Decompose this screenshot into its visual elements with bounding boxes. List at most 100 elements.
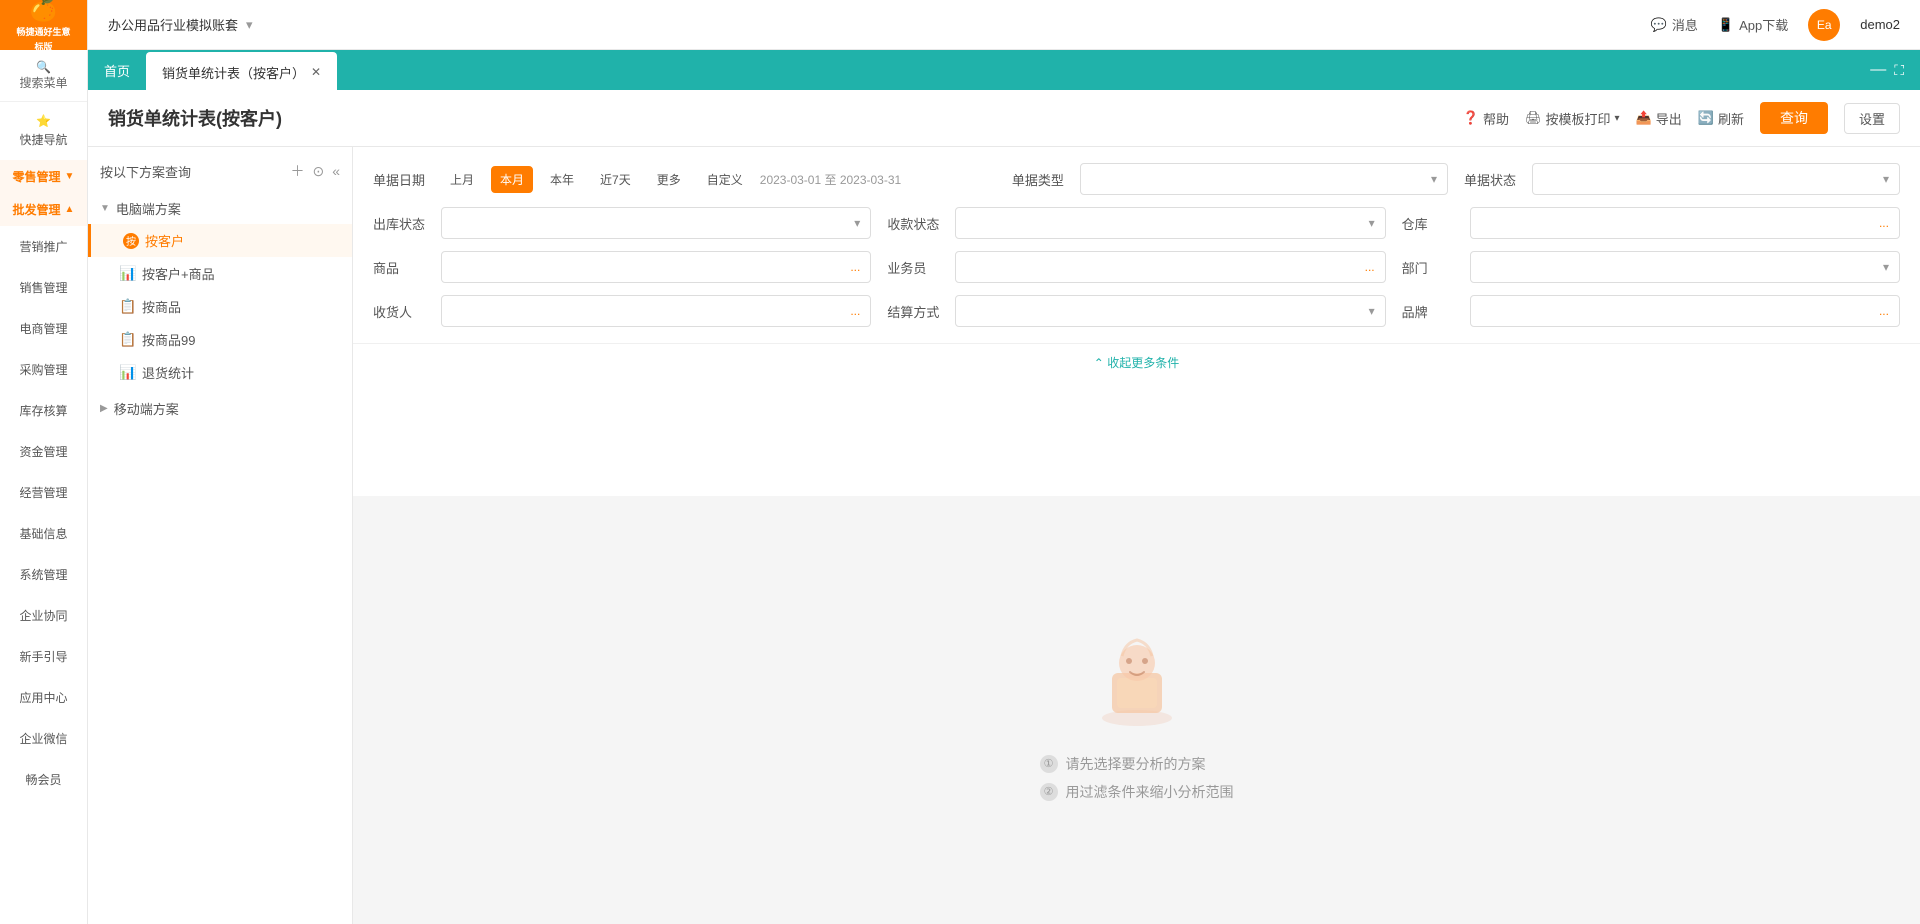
export-icon: 📤 [1636,110,1652,126]
guide-label: 新手引导 [19,648,67,665]
product-more-icon[interactable]: ... [850,260,860,274]
scheme-item-by-product[interactable]: 📋 按商品 [88,290,352,323]
app-download-icon: 📱 [1718,17,1734,33]
user-name[interactable]: demo2 [1860,17,1900,32]
tab-home[interactable]: 首页 [88,50,146,90]
retail-arrow: ▼ [65,171,75,182]
message-button[interactable]: 💬 消息 [1651,15,1698,34]
sidebar-item-purchase[interactable]: 采购管理 [0,349,87,390]
scheme-settings-button[interactable]: ⊙ [312,163,324,180]
header-left: 办公用品行业模拟账套 ▾ [108,15,253,34]
sidebar-item-marketing[interactable]: 营销推广 [0,226,87,267]
help-button[interactable]: ❓ 帮助 [1463,109,1509,128]
filter-item-out-status: 出库状态 ▾ [373,207,871,239]
tab-minimize-icon[interactable]: — [1870,61,1886,79]
warehouse-more-icon[interactable]: ... [1879,216,1889,230]
avatar: Ea [1808,9,1840,41]
purchase-label: 采购管理 [19,361,67,378]
staff-more-icon[interactable]: ... [1365,260,1375,274]
filter-item-product: 商品 ... [373,251,871,283]
collapse-label: 收起更多条件 [1107,356,1179,370]
wechat-label: 企业微信 [19,730,67,747]
filter-item-warehouse: 仓库 ... [1402,207,1900,239]
query-button[interactable]: 查询 [1760,102,1828,134]
sidebar-item-search[interactable]: 🔍 搜索菜单 [0,50,87,102]
sidebar-item-inventory[interactable]: 库存核算 [0,390,87,431]
filter-row-3: 商品 ... 业务员 ... [373,251,1900,283]
page-header: 销货单统计表(按客户) ❓ 帮助 🖨 按模板打印 ▾ 📤 导出 🔄 刷新 [88,90,1920,147]
quick-nav-icon: ⭐ [36,114,51,128]
sidebar-item-apps[interactable]: 应用中心 [0,677,87,718]
collapse-bar[interactable]: ⌃ 收起更多条件 [353,344,1920,381]
page-actions: ❓ 帮助 🖨 按模板打印 ▾ 📤 导出 🔄 刷新 查询 设置 [1463,102,1900,134]
date-btn-this-year[interactable]: 本年 [541,166,583,193]
product-filter-input[interactable]: ... [441,251,871,283]
export-label: 导出 [1656,109,1682,128]
date-btn-custom[interactable]: 自定义 [698,166,752,193]
scheme-item-return-stat[interactable]: 📊 退货统计 [88,356,352,389]
date-btn-last-month[interactable]: 上月 [441,166,483,193]
company-dropdown-icon[interactable]: ▾ [246,17,253,33]
filter-row-4: 收货人 ... 结算方式 ▾ [373,295,1900,327]
tab-sales-stat[interactable]: 销货单统计表（按客户） ✕ [146,52,337,92]
app-download-button[interactable]: 📱 App下载 [1718,15,1788,34]
scheme-item-by-customer[interactable]: 按 按客户 [88,224,352,257]
receiver-filter-input[interactable]: ... [441,295,871,327]
settlement-dropdown-arrow: ▾ [1369,304,1375,318]
type-filter-input[interactable]: ▾ [1080,163,1448,195]
sidebar-item-quick-nav[interactable]: ⭐ 快捷导航 [0,102,87,160]
sidebar-item-guide[interactable]: 新手引导 [0,636,87,677]
refresh-button[interactable]: 🔄 刷新 [1698,109,1744,128]
app-name: 畅捷通好生意 [16,25,70,38]
scheme-item-by-customer-product[interactable]: 📊 按客户+商品 [88,257,352,290]
sidebar-item-system[interactable]: 系统管理 [0,554,87,595]
brand-more-icon[interactable]: ... [1879,304,1889,318]
department-filter-label: 部门 [1402,258,1462,277]
export-button[interactable]: 📤 导出 [1636,109,1682,128]
settlement-filter-label: 结算方式 [887,302,947,321]
out-status-filter-input[interactable]: ▾ [441,207,871,239]
scheme-panel-title: 按以下方案查询 [100,162,284,181]
sidebar-item-ecommerce[interactable]: 电商管理 [0,308,87,349]
sidebar-item-sales[interactable]: 销售管理 [0,267,87,308]
sidebar-item-base[interactable]: 基础信息 [0,513,87,554]
scheme-add-button[interactable]: ＋ [290,161,304,181]
receiver-more-icon[interactable]: ... [850,304,860,318]
scheme-collapse-button[interactable]: « [332,163,340,179]
sidebar-item-finance[interactable]: 资金管理 [0,431,87,472]
settlement-filter-input[interactable]: ▾ [955,295,1385,327]
brand-filter-input[interactable]: ... [1470,295,1900,327]
sidebar-item-member[interactable]: 畅会员 [0,759,87,800]
department-filter-input[interactable]: ▾ [1470,251,1900,283]
scheme-item-by-product-label: 按商品 [142,297,181,316]
template-print-arrow: ▾ [1615,113,1620,124]
out-status-dropdown-arrow: ▾ [854,216,860,230]
quick-nav-label: 快捷导航 [19,131,67,148]
print-icon: 🖨 [1525,110,1542,126]
staff-filter-input[interactable]: ... [955,251,1385,283]
sidebar-item-enterprise[interactable]: 企业协同 [0,595,87,636]
date-btn-more[interactable]: 更多 [648,166,690,193]
filter-item-payment-status: 收款状态 ▾ [887,207,1385,239]
operations-label: 经营管理 [19,484,67,501]
status-filter-input[interactable]: ▾ [1532,163,1900,195]
date-range-display: 2023-03-01 至 2023-03-31 [760,171,901,188]
retail-label: 零售管理 [13,168,61,185]
scheme-item-by-product-99[interactable]: 📋 按商品99 [88,323,352,356]
scheme-group-mobile-header[interactable]: ▶ 移动端方案 [88,393,352,424]
ecommerce-label: 电商管理 [19,320,67,337]
tab-close-icon[interactable]: ✕ [311,65,321,79]
sidebar-item-operations[interactable]: 经营管理 [0,472,87,513]
filter-item-department: 部门 ▾ [1402,251,1900,283]
warehouse-filter-input[interactable]: ... [1470,207,1900,239]
settings-button[interactable]: 设置 [1844,103,1900,134]
date-btn-this-month[interactable]: 本月 [491,166,533,193]
scheme-group-desktop-header[interactable]: ▼ 电脑端方案 [88,193,352,224]
template-print-button[interactable]: 🖨 按模板打印 ▾ [1525,109,1620,128]
date-btn-last-7days[interactable]: 近7天 [591,166,640,193]
help-label: 帮助 [1483,109,1509,128]
tab-maximize-icon[interactable]: ⛶ [1894,62,1904,79]
empty-tips: ① 请先选择要分析的方案 ② 用过滤条件来缩小分析范围 [1040,754,1234,802]
sidebar-item-wechat[interactable]: 企业微信 [0,718,87,759]
payment-status-filter-input[interactable]: ▾ [955,207,1385,239]
